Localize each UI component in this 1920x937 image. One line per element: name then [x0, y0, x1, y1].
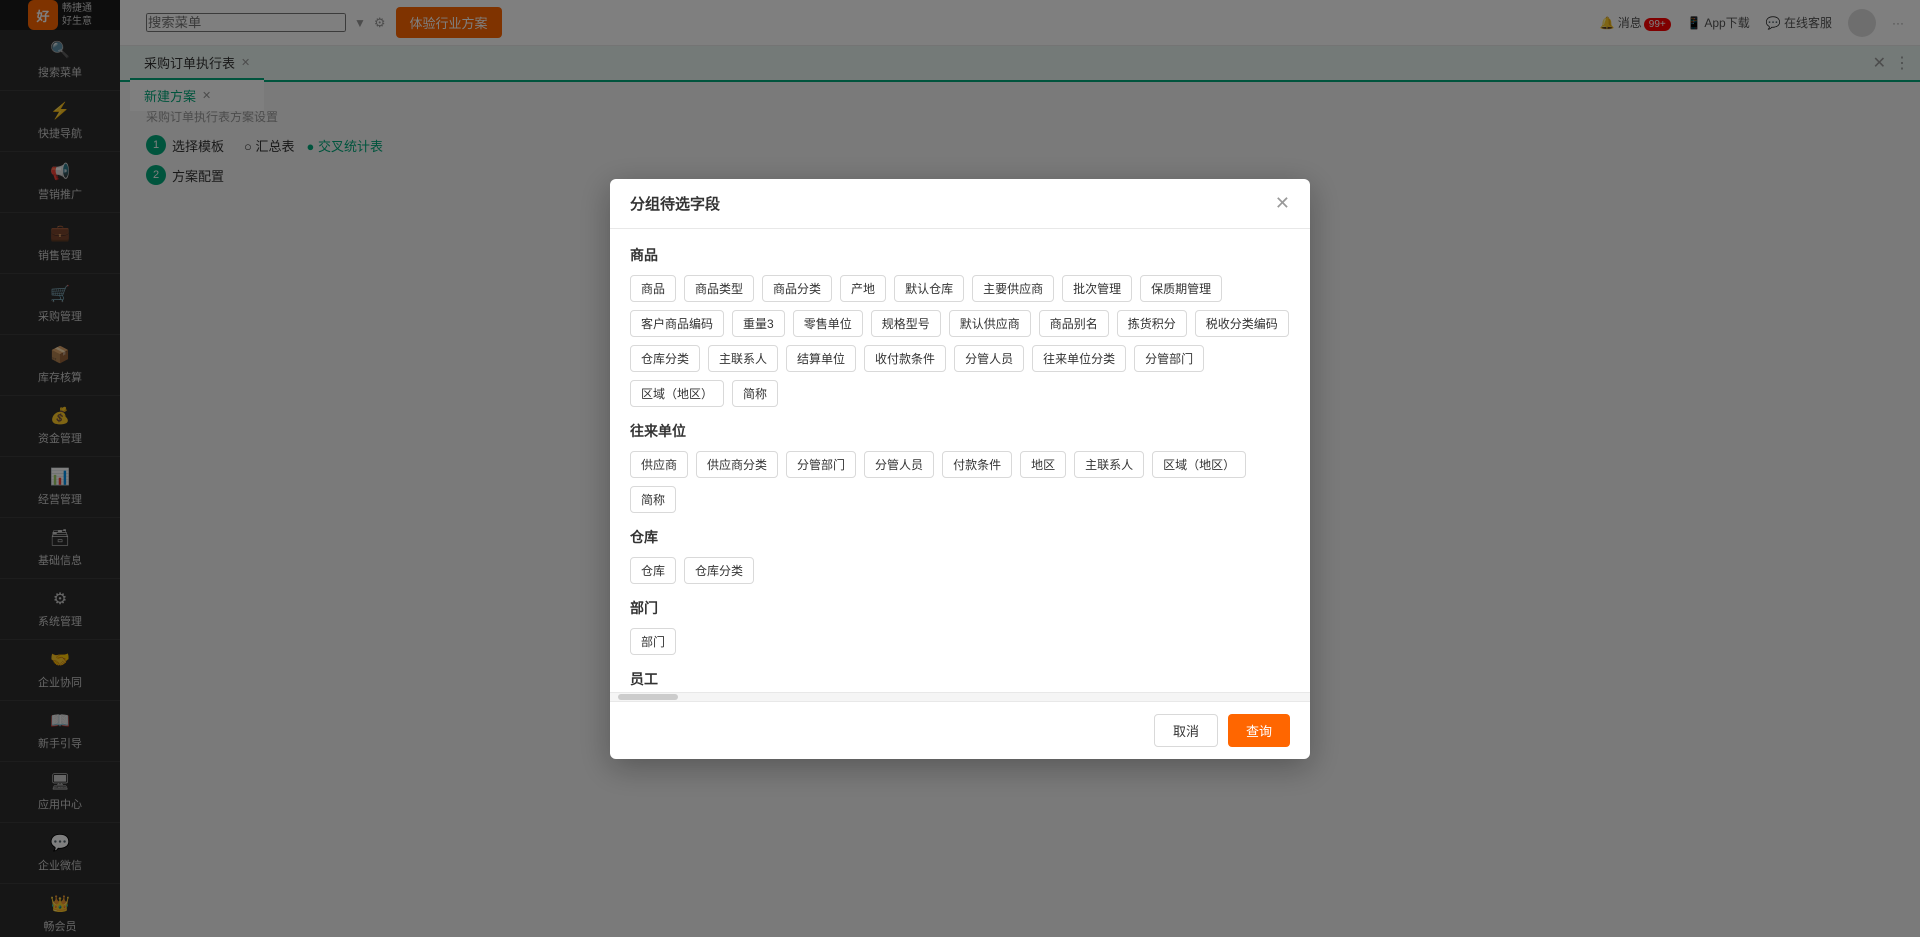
field-grid-部门: 部门	[630, 628, 1290, 655]
section-title-员工: 员工	[630, 669, 1290, 689]
field-tag-客户商品编码[interactable]: 客户商品编码	[630, 310, 724, 337]
field-tag-供应商[interactable]: 供应商	[630, 451, 688, 478]
field-tag-拣货积分[interactable]: 拣货积分	[1117, 310, 1187, 337]
field-tag-商品别名[interactable]: 商品别名	[1039, 310, 1109, 337]
modal-title: 分组待选字段	[630, 193, 720, 214]
section-title-部门: 部门	[630, 598, 1290, 618]
field-tag-商品分类[interactable]: 商品分类	[762, 275, 832, 302]
modal-overlay: 分组待选字段 ✕ 商品商品商品类型商品分类产地默认仓库主要供应商批次管理保质期管…	[0, 0, 1920, 937]
modal-footer: 取消 查询	[610, 701, 1310, 759]
field-tag-保质期管理[interactable]: 保质期管理	[1140, 275, 1222, 302]
field-tag-往来单位分类[interactable]: 往来单位分类	[1032, 345, 1126, 372]
field-tag-主联系人[interactable]: 主联系人	[708, 345, 778, 372]
field-tag-主联系人[interactable]: 主联系人	[1074, 451, 1144, 478]
field-tag-商品[interactable]: 商品	[630, 275, 676, 302]
field-tag-仓库分类[interactable]: 仓库分类	[630, 345, 700, 372]
field-tag-零售单位[interactable]: 零售单位	[793, 310, 863, 337]
modal: 分组待选字段 ✕ 商品商品商品类型商品分类产地默认仓库主要供应商批次管理保质期管…	[610, 179, 1310, 759]
field-tag-地区[interactable]: 地区	[1020, 451, 1066, 478]
field-grid-仓库: 仓库仓库分类	[630, 557, 1290, 584]
section-title-仓库: 仓库	[630, 527, 1290, 547]
field-tag-主要供应商[interactable]: 主要供应商	[972, 275, 1054, 302]
field-tag-商品类型[interactable]: 商品类型	[684, 275, 754, 302]
field-tag-区域（地区）[interactable]: 区域（地区）	[630, 380, 724, 407]
section-title-往来单位: 往来单位	[630, 421, 1290, 441]
modal-close-button[interactable]: ✕	[1275, 194, 1290, 212]
confirm-button[interactable]: 查询	[1228, 714, 1290, 747]
field-tag-简称[interactable]: 简称	[732, 380, 778, 407]
field-tag-供应商分类[interactable]: 供应商分类	[696, 451, 778, 478]
field-grid-商品: 商品商品类型商品分类产地默认仓库主要供应商批次管理保质期管理客户商品编码重量3 零…	[630, 275, 1290, 407]
modal-body: 商品商品商品类型商品分类产地默认仓库主要供应商批次管理保质期管理客户商品编码重量…	[610, 229, 1310, 692]
field-tag-分管人员[interactable]: 分管人员	[954, 345, 1024, 372]
field-tag-产地[interactable]: 产地	[840, 275, 886, 302]
cancel-button[interactable]: 取消	[1154, 714, 1218, 747]
field-tag-默认供应商[interactable]: 默认供应商	[949, 310, 1031, 337]
modal-header: 分组待选字段 ✕	[610, 179, 1310, 229]
field-tag-收付款条件[interactable]: 收付款条件	[864, 345, 946, 372]
field-tag-税收分类编码[interactable]: 税收分类编码	[1195, 310, 1289, 337]
field-tag-默认仓库[interactable]: 默认仓库	[894, 275, 964, 302]
field-tag-规格型号[interactable]: 规格型号	[871, 310, 941, 337]
field-tag-重量3[interactable]: 重量3	[732, 310, 785, 337]
field-tag-部门[interactable]: 部门	[630, 628, 676, 655]
field-tag-简称[interactable]: 简称	[630, 486, 676, 513]
field-tag-分管部门[interactable]: 分管部门	[1134, 345, 1204, 372]
field-tag-仓库分类[interactable]: 仓库分类	[684, 557, 754, 584]
field-tag-分管人员[interactable]: 分管人员	[864, 451, 934, 478]
field-tag-批次管理[interactable]: 批次管理	[1062, 275, 1132, 302]
field-tag-区域（地区）[interactable]: 区域（地区）	[1152, 451, 1246, 478]
field-grid-往来单位: 供应商供应商分类分管部门分管人员付款条件地区主联系人区域（地区） 简称	[630, 451, 1290, 513]
field-tag-付款条件[interactable]: 付款条件	[942, 451, 1012, 478]
field-tag-仓库[interactable]: 仓库	[630, 557, 676, 584]
field-tag-结算单位[interactable]: 结算单位	[786, 345, 856, 372]
modal-hscrollbar[interactable]	[610, 692, 1310, 701]
section-title-商品: 商品	[630, 245, 1290, 265]
field-tag-分管部门[interactable]: 分管部门	[786, 451, 856, 478]
